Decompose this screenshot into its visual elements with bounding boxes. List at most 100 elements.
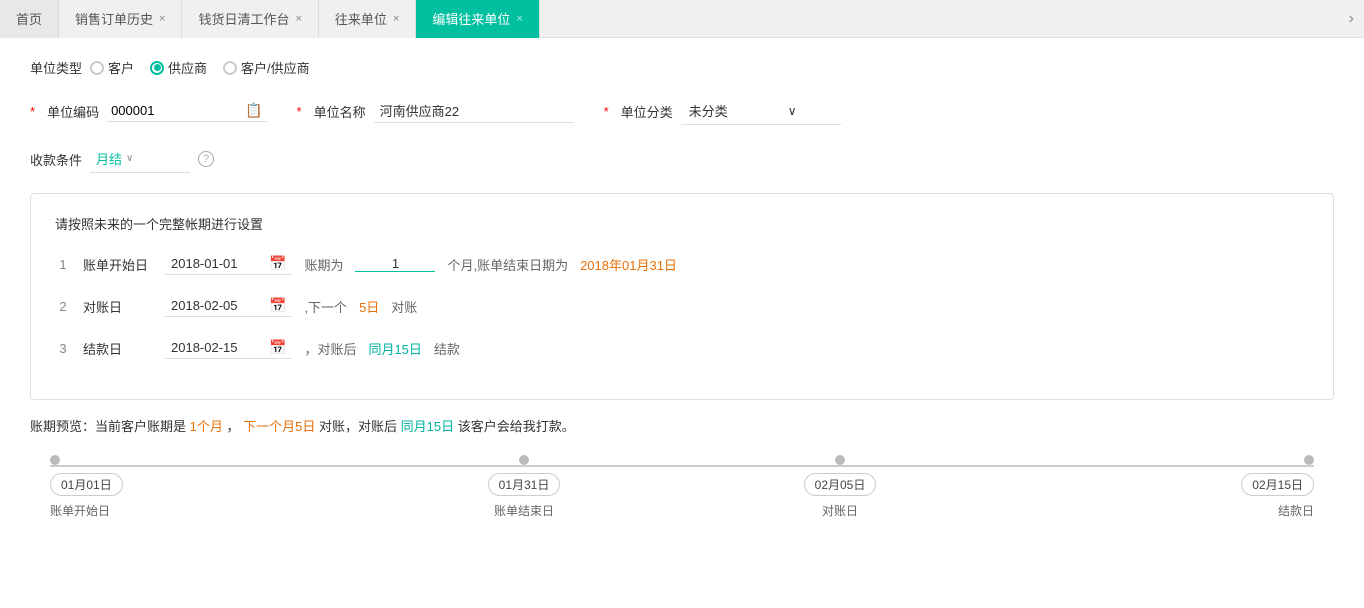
unit-category-value: 未分类	[689, 101, 728, 120]
start-date-input[interactable]	[171, 256, 261, 271]
period-num-1: 1	[55, 257, 71, 272]
chevron-down-icon: ∨	[126, 153, 133, 164]
timeline-label-3: 结款日	[1278, 502, 1314, 519]
period-row-3: 3 结款日 📅 ，对账后 同月15日 结款	[55, 337, 1309, 359]
unit-category-label: 单位分类	[621, 102, 673, 121]
radio-both[interactable]: 客户/供应商	[223, 58, 310, 77]
tab-partner-units[interactable]: 往来单位 ×	[319, 0, 416, 38]
copy-icon[interactable]: 📋	[245, 102, 262, 119]
period-desc-suffix-1: 个月,账单结束日期为	[447, 255, 568, 274]
timeline-badge-3: 02月15日	[1241, 473, 1314, 496]
close-icon[interactable]: ×	[393, 13, 399, 25]
tab-edit-partner[interactable]: 编辑往来单位 ×	[416, 0, 539, 38]
main-content: 单位类型 客户 供应商 客户/供应商 * 单位编码	[0, 38, 1364, 608]
radio-label-customer: 客户	[108, 58, 134, 77]
period-num-3: 3	[55, 341, 71, 356]
timeline-badge-1: 01月31日	[488, 473, 561, 496]
period-number-input[interactable]	[355, 256, 435, 272]
unit-name-input[interactable]	[374, 99, 574, 123]
unit-code-field-wrapper: 📋	[107, 100, 266, 122]
radio-circle-customer	[90, 61, 104, 75]
payment-terms-group: 收款条件 月结 ∨ ?	[30, 145, 214, 173]
period-desc-prefix-3: ，对账后	[304, 339, 356, 358]
timeline: 01月01日 账单开始日 01月31日 账单结束日 02月05日 对账日 02月…	[30, 455, 1334, 519]
unit-type-row: 单位类型 客户 供应商 客户/供应商	[30, 58, 1334, 77]
timeline-row: 01月01日 账单开始日 01月31日 账单结束日 02月05日 对账日 02月…	[50, 455, 1314, 519]
period-field-label-2: 对账日	[83, 297, 153, 316]
period-num-2: 2	[55, 299, 71, 314]
unit-info-row: * 单位编码 📋 * 单位名称 * 单位分类 未分类 ∨	[30, 97, 1334, 125]
tab-sales-order-history[interactable]: 销售订单历史 ×	[59, 0, 182, 38]
radio-label-both: 客户/供应商	[241, 58, 310, 77]
start-date-wrapper: 📅	[165, 253, 292, 275]
radio-circle-supplier	[150, 61, 164, 75]
preview-part3: 同月15日	[401, 419, 454, 434]
close-icon[interactable]: ×	[295, 13, 301, 25]
period-row-2: 2 对账日 📅 ,下一个 5日 对账	[55, 295, 1309, 317]
payment-date-wrapper: 📅	[165, 337, 292, 359]
tab-nav-arrow[interactable]: ›	[1339, 0, 1364, 38]
tab-label: 钱货日清工作台	[198, 9, 289, 28]
payment-terms-row: 收款条件 月结 ∨ ?	[30, 145, 1334, 173]
period-highlight-2: 5日	[359, 297, 379, 316]
tab-cash-ledger[interactable]: 钱货日清工作台 ×	[182, 0, 318, 38]
timeline-item-3: 02月15日 结款日	[998, 455, 1314, 519]
required-star-name: *	[297, 104, 302, 119]
payment-terms-select[interactable]: 月结 ∨	[90, 145, 190, 173]
timeline-label-1: 账单结束日	[494, 502, 554, 519]
unit-category-select[interactable]: 未分类 ∨	[681, 97, 841, 125]
period-desc-suffix-3: 结款	[434, 339, 460, 358]
tab-home[interactable]: 首页	[0, 0, 59, 38]
radio-label-supplier: 供应商	[168, 58, 207, 77]
unit-name-label: 单位名称	[314, 102, 366, 121]
help-icon[interactable]: ?	[198, 151, 214, 167]
tab-label: 往来单位	[335, 9, 387, 28]
payment-date-input[interactable]	[171, 340, 261, 355]
period-desc-prefix-1: 账期为	[304, 255, 343, 274]
radio-group: 客户 供应商 客户/供应商	[90, 58, 310, 77]
close-icon[interactable]: ×	[159, 13, 165, 25]
tab-bar: 首页 销售订单历史 × 钱货日清工作台 × 往来单位 × 编辑往来单位 × ›	[0, 0, 1364, 38]
timeline-item-0: 01月01日 账单开始日	[50, 455, 366, 519]
period-row-1: 1 账单开始日 📅 账期为 个月,账单结束日期为 2018年01月31日	[55, 253, 1309, 275]
reconcile-date-wrapper: 📅	[165, 295, 292, 317]
period-highlight-date-1: 2018年01月31日	[580, 255, 677, 274]
timeline-label-0: 账单开始日	[50, 502, 110, 519]
calendar-icon-1[interactable]: 📅	[269, 255, 286, 272]
calendar-icon-2[interactable]: 📅	[269, 297, 286, 314]
tab-label: 销售订单历史	[75, 9, 153, 28]
reconcile-date-input[interactable]	[171, 298, 261, 313]
radio-supplier[interactable]: 供应商	[150, 58, 207, 77]
timeline-dot-3	[1304, 455, 1314, 465]
unit-code-group: * 单位编码 📋	[30, 100, 267, 122]
unit-code-label: 单位编码	[47, 102, 99, 121]
period-desc-suffix-2: 对账	[391, 297, 417, 316]
preview-comma: ，	[227, 419, 240, 434]
period-desc-prefix-2: ,下一个	[304, 297, 347, 316]
preview-mid: 对账，对账后	[319, 419, 397, 434]
preview-text: 账期预览：当前客户账期是 1个月 ， 下一个月5日 对账，对账后 同月15日 该…	[30, 416, 1334, 435]
radio-customer[interactable]: 客户	[90, 58, 134, 77]
payment-terms-value: 月结	[96, 149, 122, 168]
calendar-icon-3[interactable]: 📅	[269, 339, 286, 356]
period-highlight-3: 同月15日	[368, 339, 421, 358]
required-star-code: *	[30, 104, 35, 119]
preview-suffix: 该客户会给我打款。	[458, 419, 575, 434]
period-field-label-1: 账单开始日	[83, 255, 153, 274]
chevron-down-icon: ∨	[788, 104, 797, 118]
timeline-label-2: 对账日	[822, 502, 858, 519]
tab-label: 首页	[16, 9, 42, 28]
timeline-dot-1	[519, 455, 529, 465]
payment-terms-label: 收款条件	[30, 150, 82, 169]
timeline-item-2: 02月05日 对账日	[682, 455, 998, 519]
preview-part1: 1个月	[190, 419, 223, 434]
unit-category-group: * 单位分类 未分类 ∨	[604, 97, 841, 125]
period-box-title: 请按照未来的一个完整帐期进行设置	[55, 214, 1309, 233]
radio-circle-both	[223, 61, 237, 75]
tab-label: 编辑往来单位	[432, 9, 510, 28]
unit-type-label: 单位类型	[30, 58, 82, 77]
unit-name-group: * 单位名称	[297, 99, 574, 123]
close-icon[interactable]: ×	[516, 13, 522, 25]
period-settings-box: 请按照未来的一个完整帐期进行设置 1 账单开始日 📅 账期为 个月,账单结束日期…	[30, 193, 1334, 400]
unit-code-input[interactable]	[111, 103, 241, 118]
